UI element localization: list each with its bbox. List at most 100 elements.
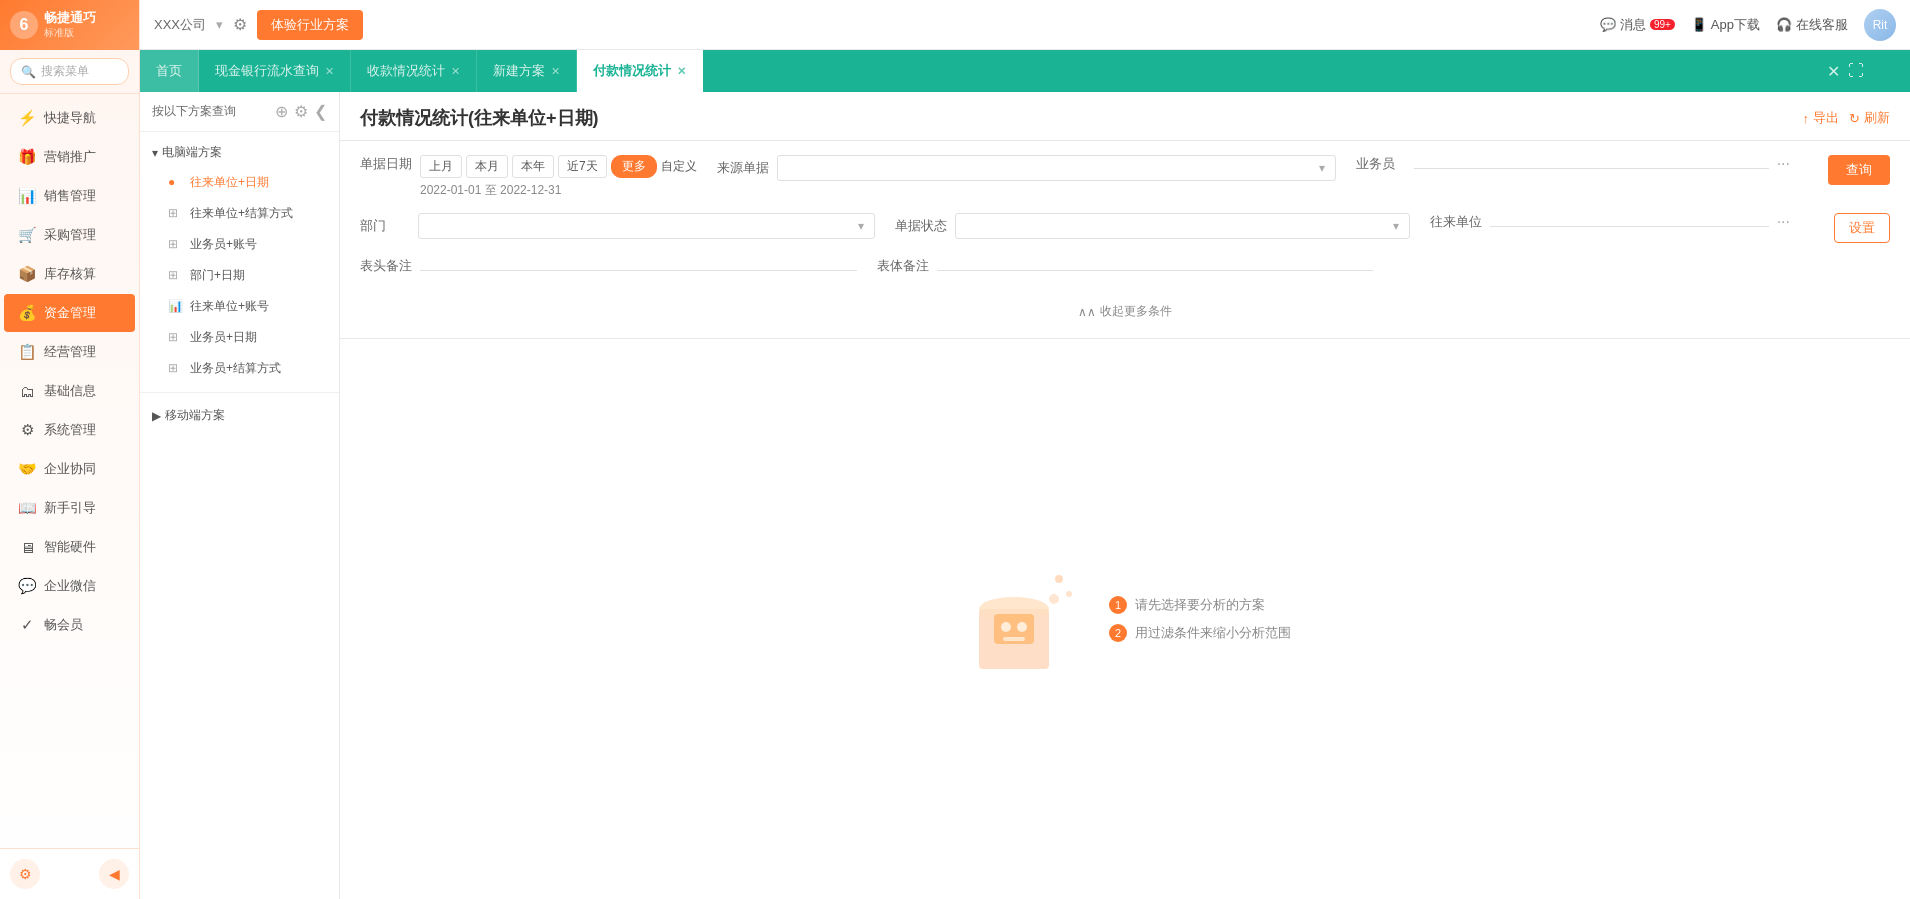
filter-row-3: 表头备注 表体备注 xyxy=(360,257,1890,275)
export-button[interactable]: ↑ 导出 xyxy=(1803,109,1840,127)
this-month-button[interactable]: 本月 xyxy=(466,155,508,178)
counterpart-label: 往来单位 xyxy=(1430,213,1482,231)
sidebar-item-purchase[interactable]: 🛒 采购管理 xyxy=(4,216,135,254)
refresh-button[interactable]: ↻ 刷新 xyxy=(1849,109,1890,127)
filter-source-doc-item: 来源单据 ▾ xyxy=(717,155,1337,181)
tab-cashflow-close[interactable]: ✕ xyxy=(325,65,334,78)
sidebar-footer: ⚙ ◀ xyxy=(0,848,139,899)
sidebar-item-wechat[interactable]: 💬 企业微信 xyxy=(4,567,135,605)
sidebar-item-label: 采购管理 xyxy=(44,226,96,244)
trial-industry-button[interactable]: 体验行业方案 xyxy=(257,10,363,40)
sidebar-item-member[interactable]: ✓ 畅会员 xyxy=(4,606,135,644)
setting-button[interactable]: 设置 xyxy=(1834,213,1890,243)
sidebar-collapse-button[interactable]: ◀ xyxy=(99,859,129,889)
scheme-item-staff-date[interactable]: ⊞ 业务员+日期 xyxy=(140,322,339,353)
sidebar-item-quicknav[interactable]: ⚡ 快捷导航 xyxy=(4,99,135,137)
export-label: 导出 xyxy=(1813,109,1839,127)
scheme-divider xyxy=(140,392,339,393)
filter-counterpart-item: 往来单位 ··· xyxy=(1430,213,1790,231)
last-month-button[interactable]: 上月 xyxy=(420,155,462,178)
desktop-group-header[interactable]: ▾ 电脑端方案 xyxy=(140,138,339,167)
tab-close-all-button[interactable]: ✕ xyxy=(1827,62,1840,81)
scheme-chart-icon: 📊 xyxy=(168,299,184,315)
scheme-item-staff-account[interactable]: ⊞ 业务员+账号 xyxy=(140,229,339,260)
salesperson-input[interactable] xyxy=(1414,160,1768,169)
tab-home-label: 首页 xyxy=(156,62,182,80)
sidebar-search-area[interactable]: 🔍 搜索菜单 xyxy=(0,50,139,94)
sidebar-item-marketing[interactable]: 🎁 营销推广 xyxy=(4,138,135,176)
filter-row-2: 部门 ▾ 单据状态 ▾ 往来单位 xyxy=(360,213,1890,243)
add-scheme-button[interactable]: ⊕ xyxy=(275,102,288,121)
source-doc-select[interactable]: ▾ xyxy=(777,155,1337,181)
scheme-table-icon: ⊞ xyxy=(168,330,184,346)
scheme-item-unit-account[interactable]: 📊 往来单位+账号 xyxy=(140,291,339,322)
sidebar-item-inventory[interactable]: 📦 库存核算 xyxy=(4,255,135,293)
header-note-input[interactable] xyxy=(420,262,857,271)
sidebar-item-basic[interactable]: 🗂 基础信息 xyxy=(4,372,135,410)
sidebar-item-system[interactable]: ⚙ 系统管理 xyxy=(4,411,135,449)
sidebar-settings-button[interactable]: ⚙ xyxy=(10,859,40,889)
scheme-item-dept-date[interactable]: ⊞ 部门+日期 xyxy=(140,260,339,291)
sidebar-item-label: 系统管理 xyxy=(44,421,96,439)
search-placeholder: 搜索菜单 xyxy=(41,63,89,80)
tab-maximize-button[interactable]: ⛶ xyxy=(1848,62,1864,80)
hint-num-2: 2 xyxy=(1109,624,1127,642)
sidebar-item-hardware[interactable]: 🖥 智能硬件 xyxy=(4,528,135,566)
tab-newscheme[interactable]: 新建方案 ✕ xyxy=(477,50,577,92)
empty-svg xyxy=(959,559,1079,679)
salesperson-more-button[interactable]: ··· xyxy=(1777,155,1790,173)
dept-select[interactable]: ▾ xyxy=(418,213,875,239)
breadcrumb-dropdown-icon[interactable]: ▾ xyxy=(216,17,223,32)
tab-receipts[interactable]: 收款情况统计 ✕ xyxy=(351,50,477,92)
empty-illustration xyxy=(959,559,1079,679)
body-note-input[interactable] xyxy=(937,262,1374,271)
tab-payments[interactable]: 付款情况统计 ✕ xyxy=(577,50,703,92)
salesperson-label: 业务员 xyxy=(1356,155,1406,173)
filter-header-note-item: 表头备注 xyxy=(360,257,857,275)
sidebar-item-finance[interactable]: 💰 资金管理 xyxy=(4,294,135,332)
more-date-button[interactable]: 更多 xyxy=(611,155,657,178)
scheme-settings-icon[interactable]: ⚙ xyxy=(294,102,308,121)
collapse-button[interactable]: ∧∧ 收起更多条件 xyxy=(360,295,1890,324)
svg-point-4 xyxy=(1049,594,1059,604)
online-service-button[interactable]: 🎧 在线客服 xyxy=(1776,16,1848,34)
sidebar-item-label: 畅会员 xyxy=(44,616,83,634)
empty-state-inner: 1 请先选择要分析的方案 2 用过滤条件来缩小分析范围 xyxy=(959,559,1291,679)
online-service-label: 在线客服 xyxy=(1796,16,1848,34)
sidebar-item-enterprise[interactable]: 🤝 企业协同 xyxy=(4,450,135,488)
hint-text-2: 用过滤条件来缩小分析范围 xyxy=(1135,624,1291,642)
topbar-settings-icon[interactable]: ⚙ xyxy=(233,15,247,34)
panel-collapse-button[interactable]: ❮ xyxy=(314,102,327,121)
scheme-item-unit-date[interactable]: ● 往来单位+日期 xyxy=(140,167,339,198)
hint-text-1: 请先选择要分析的方案 xyxy=(1135,596,1265,614)
counterpart-input[interactable] xyxy=(1490,218,1769,227)
notification-button[interactable]: 💬 消息 99+ xyxy=(1600,16,1675,34)
scheme-item-staff-settle[interactable]: ⊞ 业务员+结算方式 xyxy=(140,353,339,384)
mobile-group-arrow: ▶ xyxy=(152,409,161,423)
page-actions: ↑ 导出 ↻ 刷新 xyxy=(1803,109,1891,127)
sidebar-item-sales[interactable]: 📊 销售管理 xyxy=(4,177,135,215)
counterpart-more-button[interactable]: ··· xyxy=(1777,213,1790,231)
tab-receipts-close[interactable]: ✕ xyxy=(451,65,460,78)
last7-button[interactable]: 近7天 xyxy=(558,155,607,178)
tab-payments-close[interactable]: ✕ xyxy=(677,65,686,78)
sidebar-item-operation[interactable]: 📋 经营管理 xyxy=(4,333,135,371)
tab-newscheme-close[interactable]: ✕ xyxy=(551,65,560,78)
content-area: 按以下方案查询 ⊕ ⚙ ❮ ▾ 电脑端方案 ● 往来单位+日期 ⊞ xyxy=(140,92,1910,899)
app-logo-icon: 6 xyxy=(10,11,38,39)
tab-home[interactable]: 首页 xyxy=(140,50,199,92)
tab-cashflow[interactable]: 现金银行流水查询 ✕ xyxy=(199,50,351,92)
user-avatar[interactable]: Rit xyxy=(1864,9,1896,41)
avatar-initials: Rit xyxy=(1873,18,1888,32)
search-input-wrapper[interactable]: 🔍 搜索菜单 xyxy=(10,58,129,85)
query-button[interactable]: 查询 xyxy=(1828,155,1890,185)
doc-status-select[interactable]: ▾ xyxy=(955,213,1410,239)
mobile-group-header[interactable]: ▶ 移动端方案 xyxy=(140,401,339,430)
scheme-item-label: 往来单位+账号 xyxy=(190,298,269,315)
this-year-button[interactable]: 本年 xyxy=(512,155,554,178)
sidebar-item-newguide[interactable]: 📖 新手引导 xyxy=(4,489,135,527)
date-filter-label: 单据日期 xyxy=(360,155,412,173)
wechat-icon: 💬 xyxy=(18,577,36,595)
app-download-button[interactable]: 📱 App下载 xyxy=(1691,16,1760,34)
scheme-item-unit-settle[interactable]: ⊞ 往来单位+结算方式 xyxy=(140,198,339,229)
